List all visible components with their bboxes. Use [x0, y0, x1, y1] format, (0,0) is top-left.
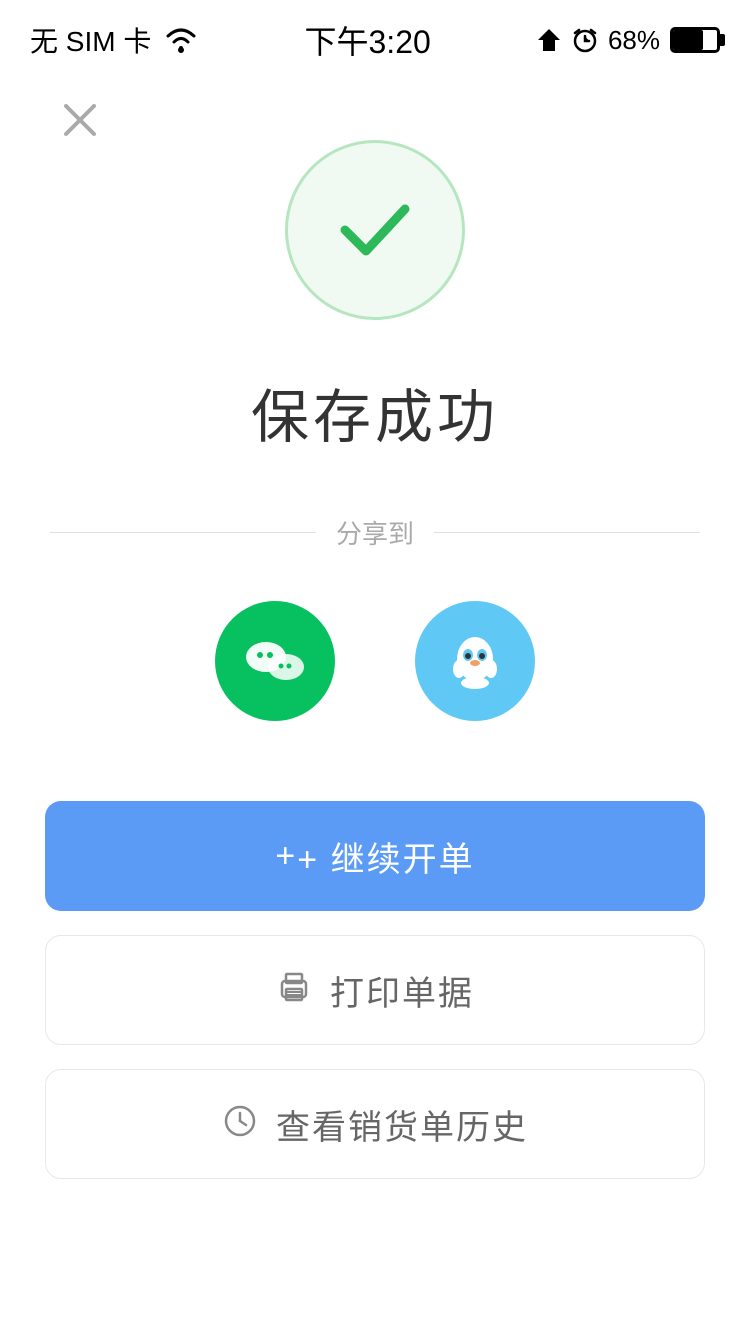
plus-icon: + [275, 839, 297, 873]
carrier-label: 无 SIM 卡 [30, 20, 151, 60]
divider-right [434, 532, 700, 533]
time-display: 下午3:20 [305, 17, 431, 63]
success-circle [285, 140, 465, 320]
history-button[interactable]: 查看销货单历史 [45, 1069, 705, 1179]
share-divider: 分享到 [50, 514, 700, 551]
close-button[interactable] [50, 90, 110, 150]
status-bar: 无 SIM 卡 下午3:20 68% [0, 0, 750, 80]
continue-button[interactable]: + + 继续开单 [45, 801, 705, 911]
qq-share-button[interactable] [415, 601, 535, 721]
wechat-icon [239, 625, 311, 697]
battery-percent: 68% [608, 25, 660, 56]
share-icons [215, 601, 535, 721]
wifi-icon [163, 26, 199, 54]
battery-icon [670, 27, 720, 53]
checkmark-icon [330, 185, 420, 275]
print-button[interactable]: 打印单据 [45, 935, 705, 1045]
status-right: 68% [536, 25, 720, 56]
divider-left [50, 532, 316, 533]
location-icon [536, 27, 562, 53]
success-title: 保存成功 [251, 370, 499, 454]
close-icon [58, 98, 102, 142]
clock-icon [222, 1103, 258, 1145]
action-buttons: + + 继续开单 打印单据 [45, 801, 705, 1179]
wechat-share-button[interactable] [215, 601, 335, 721]
qq-icon [439, 625, 511, 697]
history-label: 查看销货单历史 [276, 1100, 528, 1149]
status-left: 无 SIM 卡 [30, 20, 199, 60]
print-label: 打印单据 [330, 966, 474, 1015]
printer-icon [276, 969, 312, 1011]
continue-label: + 继续开单 [297, 832, 474, 881]
share-label: 分享到 [336, 514, 414, 551]
alarm-icon [572, 27, 598, 53]
main-content: 保存成功 分享到 [0, 80, 750, 1179]
